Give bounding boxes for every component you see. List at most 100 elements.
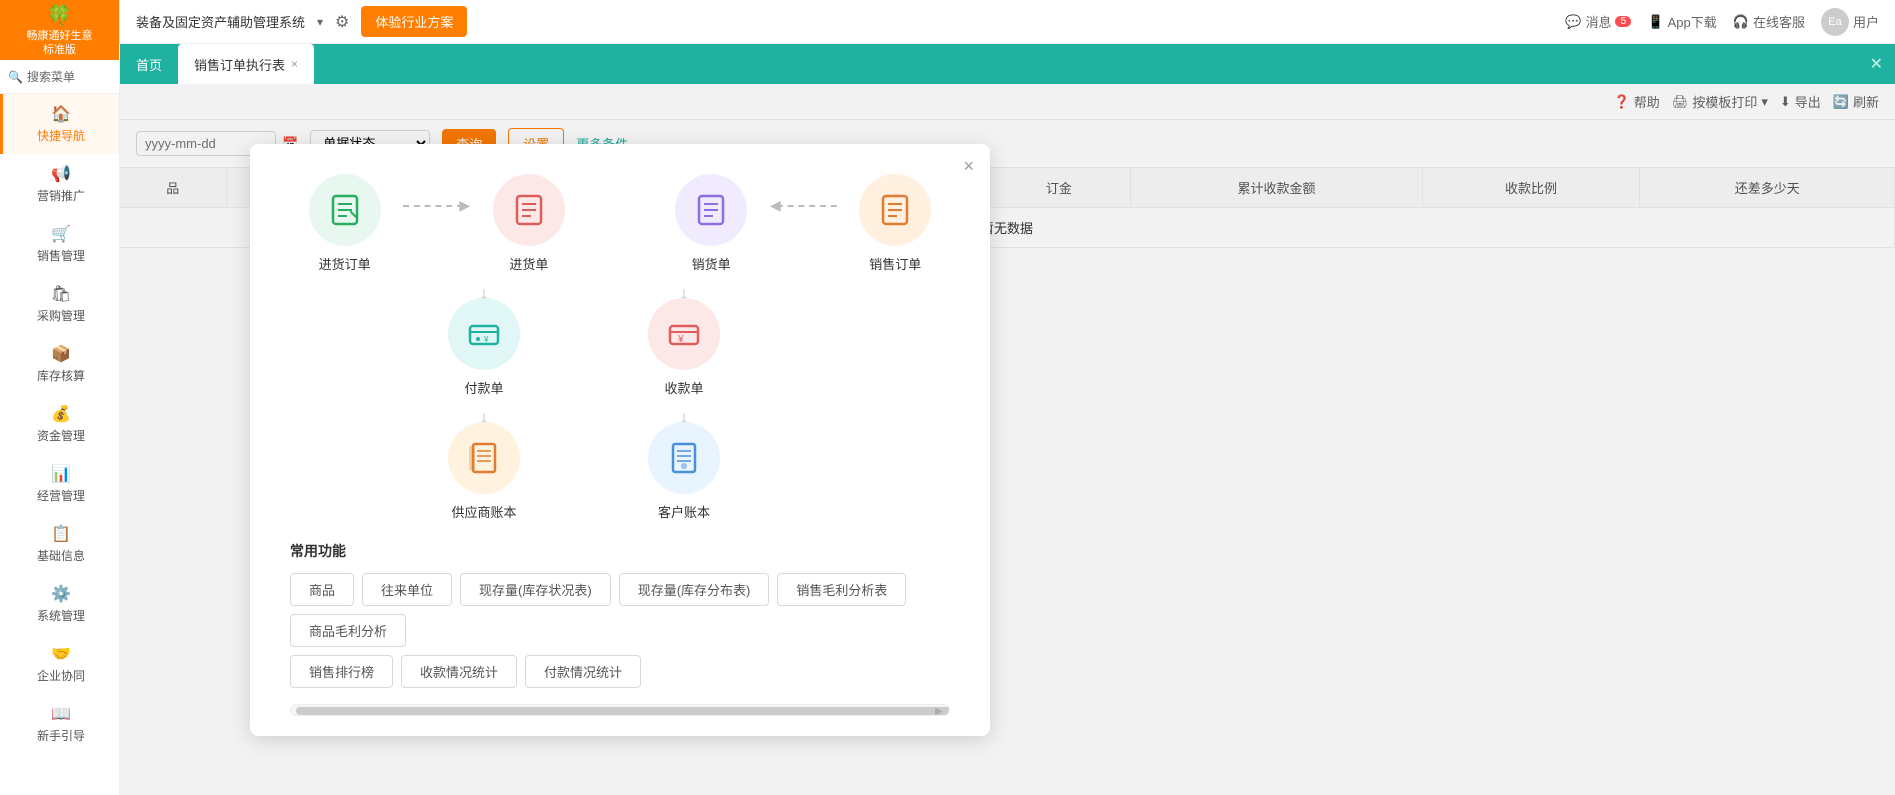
tab-home[interactable]: 首页 — [120, 44, 178, 84]
purchase-icon: 🛍 — [51, 284, 71, 304]
sidebar-item-sales[interactable]: 🛒 销售管理 — [0, 214, 119, 274]
sidebar-item-label: 营销推广 — [37, 187, 85, 204]
btn-product[interactable]: 商品 — [290, 573, 354, 606]
common-functions-buttons: 商品 往来单位 现存量(库存状况表) 现存量(库存分布表) 销售毛利分析表 商品… — [290, 573, 950, 647]
modal-scroll-right-btn[interactable]: ▶ — [929, 705, 949, 716]
modal-scrollbar-thumb — [296, 707, 950, 715]
sidebar-item-finance[interactable]: 💰 资金管理 — [0, 394, 119, 454]
topbar-right: 💬 消息 5 📱 App下载 🎧 在线客服 Ea 用户 — [1565, 8, 1879, 36]
purchase-order-label: 进货订单 — [319, 254, 371, 273]
system-icon: ⚙️ — [51, 584, 71, 604]
sales-icon: 🛒 — [51, 224, 71, 244]
btn-stock-status[interactable]: 现存量(库存状况表) — [460, 573, 611, 606]
flow-node-customer-ledger: 客户账本 — [624, 422, 744, 521]
btn-sales-profit[interactable]: 销售毛利分析表 — [777, 573, 906, 606]
sidebar-item-label: 新手引导 — [37, 727, 85, 744]
receipt-circle: ¥ — [648, 298, 720, 370]
user-item[interactable]: Ea 用户 — [1821, 8, 1879, 36]
flow-row-3: 供应商账本 客户账本 — [290, 422, 950, 521]
message-badge: 5 — [1615, 16, 1631, 27]
purchase-bill-circle — [493, 174, 565, 246]
common-functions-buttons-2: 销售排行榜 收款情况统计 付款情况统计 — [290, 655, 950, 688]
online-service-item[interactable]: 🎧 在线客服 — [1733, 12, 1805, 31]
customer-ledger-circle — [648, 422, 720, 494]
sidebar-item-label: 企业协同 — [37, 667, 85, 684]
svg-text:¥: ¥ — [483, 335, 489, 344]
arrow-purchase-order-to-bill: ▶ — [399, 197, 474, 214]
sale-bill-circle — [675, 174, 747, 246]
sidebar-search-label: 搜索菜单 — [27, 68, 75, 85]
sidebar-item-label: 基础信息 — [37, 547, 85, 564]
sidebar-item-enterprise[interactable]: 🤝 企业协同 — [0, 634, 119, 694]
message-icon: 💬 — [1565, 14, 1581, 30]
supplier-ledger-circle — [448, 422, 520, 494]
sidebar-item-operation[interactable]: 📊 经营管理 — [0, 454, 119, 514]
payment-label: 付款单 — [464, 378, 503, 397]
flow-row-2: ¥ 付款单 ¥ 收款单 — [290, 298, 950, 397]
btn-receipt-stat[interactable]: 收款情况统计 — [401, 655, 517, 688]
btn-stock-dist[interactable]: 现存量(库存分布表) — [619, 573, 770, 606]
avatar: Ea — [1821, 8, 1849, 36]
flow-node-payment: ¥ 付款单 — [424, 298, 544, 397]
flow-node-sale-bill: 销货单 — [656, 174, 765, 273]
download-icon: 📱 — [1647, 14, 1663, 30]
topbar: 装备及固定资产辅助管理系统 ▾ ⚙ 体验行业方案 💬 消息 5 📱 App下载 … — [120, 0, 1895, 44]
app-download-label: App下载 — [1668, 12, 1717, 31]
online-service-label: 在线客服 — [1753, 12, 1805, 31]
modal-overlay[interactable]: × 进货订单 — [120, 84, 1895, 795]
main-area: 装备及固定资产辅助管理系统 ▾ ⚙ 体验行业方案 💬 消息 5 📱 App下载 … — [120, 0, 1895, 795]
arrow-sale-order-to-bill: ▶ — [766, 197, 841, 214]
btn-partner[interactable]: 往来单位 — [362, 573, 452, 606]
sidebar-item-label: 资金管理 — [37, 427, 85, 444]
sidebar-item-system[interactable]: ⚙️ 系统管理 — [0, 574, 119, 634]
customer-ledger-label: 客户账本 — [658, 502, 710, 521]
btn-sales-rank[interactable]: 销售排行榜 — [290, 655, 393, 688]
btn-product-profit[interactable]: 商品毛利分析 — [290, 614, 406, 647]
sidebar-logo: 🍀 畅康通好生意 标准版 — [0, 0, 119, 60]
receipt-label: 收款单 — [664, 378, 703, 397]
basic-icon: 📋 — [51, 524, 71, 544]
sidebar-item-label: 采购管理 — [37, 307, 85, 324]
logo-text: 畅康通好生意 标准版 — [27, 30, 93, 56]
sidebar-item-inventory[interactable]: 📦 库存核算 — [0, 334, 119, 394]
sidebar-item-marketing[interactable]: 📢 营销推广 — [0, 154, 119, 214]
tab-close-icon[interactable]: × — [291, 57, 298, 71]
modal-scrollbar[interactable]: ▶ — [290, 704, 950, 716]
avatar-text: Ea — [1828, 16, 1841, 28]
sidebar-item-purchase[interactable]: 🛍 采购管理 — [0, 274, 119, 334]
btn-payment-stat[interactable]: 付款情况统计 — [525, 655, 641, 688]
common-functions-section: 常用功能 商品 往来单位 现存量(库存状况表) 现存量(库存分布表) 销售毛利分… — [290, 541, 950, 688]
message-item[interactable]: 💬 消息 5 — [1565, 12, 1631, 31]
purchase-order-circle — [309, 174, 381, 246]
tab-sales-order[interactable]: 销售订单执行表 × — [178, 44, 314, 84]
marketing-icon: 📢 — [51, 164, 71, 184]
modal-close-btn[interactable]: × — [963, 156, 974, 177]
sidebar-item-basic[interactable]: 📋 基础信息 — [0, 514, 119, 574]
logo-sub-text: 标准版 — [43, 44, 76, 56]
sidebar-item-label: 快捷导航 — [37, 127, 85, 144]
inventory-icon: 📦 — [51, 344, 71, 364]
common-functions-title: 常用功能 — [290, 541, 950, 561]
flow-node-purchase-bill: 进货单 — [474, 174, 583, 273]
flow-node-purchase-order: 进货订单 — [290, 174, 399, 273]
logo-main-text: 畅康通好生意 — [27, 30, 93, 42]
search-icon: 🔍 — [8, 70, 23, 84]
flow-diagram: 进货订单 ▶ — [290, 174, 950, 531]
sidebar-search[interactable]: 🔍 搜索菜单 — [0, 60, 119, 94]
system-dropdown[interactable]: ▾ — [317, 15, 323, 29]
message-label: 消息 — [1585, 12, 1611, 31]
sidebar-item-label: 系统管理 — [37, 607, 85, 624]
home-icon: 🏠 — [51, 104, 71, 124]
svg-text:¥: ¥ — [677, 334, 684, 345]
flow-node-sale-order: 销售订单 — [841, 174, 950, 273]
sidebar-item-newbie[interactable]: 📖 新手引导 — [0, 694, 119, 754]
experience-btn[interactable]: 体验行业方案 — [361, 6, 467, 37]
flow-modal: × 进货订单 — [250, 144, 990, 736]
sidebar-item-quick-nav[interactable]: 🏠 快捷导航 — [0, 94, 119, 154]
window-close-btn[interactable]: ✕ — [1858, 54, 1895, 74]
sidebar-item-label: 库存核算 — [37, 367, 85, 384]
operation-icon: 📊 — [51, 464, 71, 484]
gear-icon[interactable]: ⚙ — [335, 12, 349, 32]
sidebar: 🍀 畅康通好生意 标准版 🔍 搜索菜单 🏠 快捷导航 📢 营销推广 🛒 销售管理 — [0, 0, 120, 795]
app-download-item[interactable]: 📱 App下载 — [1647, 12, 1716, 31]
